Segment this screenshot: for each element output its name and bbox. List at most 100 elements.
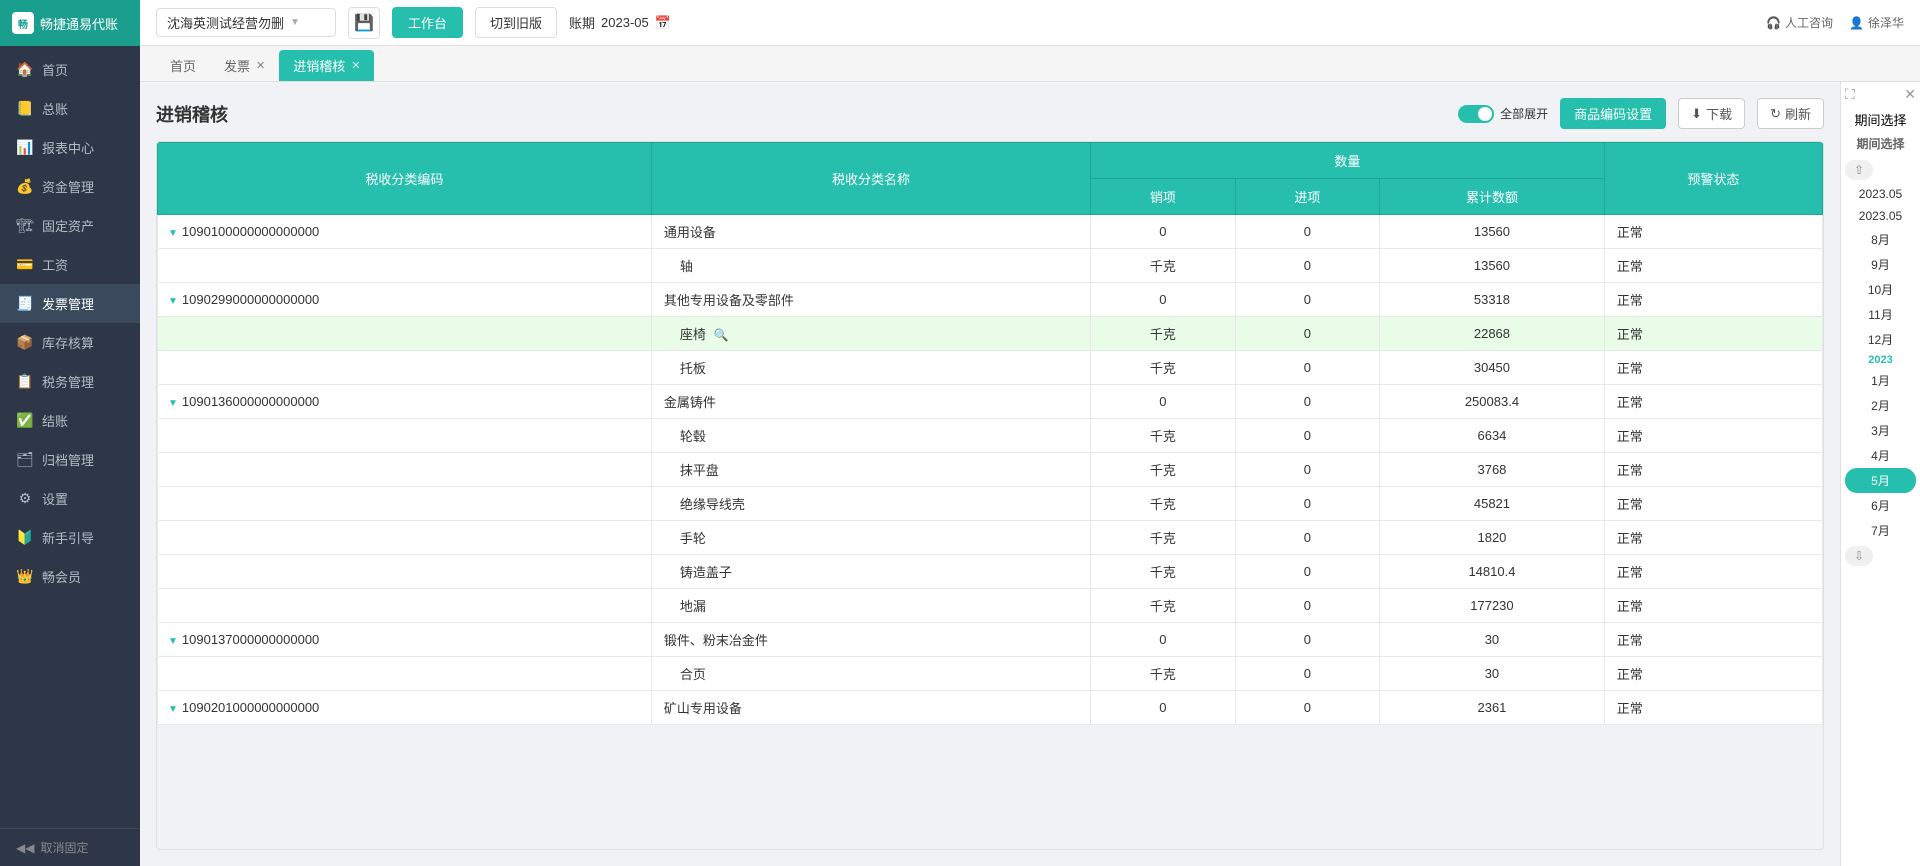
tab-invoice[interactable]: 发票 ✕ xyxy=(210,50,279,81)
table-row[interactable]: 轴 千克 0 13560 正常 xyxy=(158,249,1823,283)
period-month-item[interactable]: 2023.05 xyxy=(1845,183,1916,205)
sidebar-item-tax[interactable]: 📋 税务管理 xyxy=(0,362,140,401)
period-scroll-down-button[interactable]: ⇩ xyxy=(1845,546,1873,566)
download-button[interactable]: ⬇ 下载 xyxy=(1678,98,1745,129)
workspace-button[interactable]: 工作台 xyxy=(392,7,463,38)
cell-sale: 0 xyxy=(1235,419,1380,453)
period-month-item[interactable]: 6月 xyxy=(1845,493,1916,518)
cell-status: 正常 xyxy=(1604,487,1822,521)
product-code-button[interactable]: 商品编码设置 xyxy=(1560,98,1666,129)
period-month-item[interactable]: 3月 xyxy=(1845,418,1916,443)
cell-unit: 千克 xyxy=(1091,657,1236,691)
toggle-track[interactable] xyxy=(1458,105,1494,123)
period-month-item[interactable]: 2月 xyxy=(1845,393,1916,418)
cell-name: 矿山专用设备 xyxy=(651,691,1090,725)
reports-icon: 📊 xyxy=(16,139,34,156)
period-month-item[interactable]: 10月 xyxy=(1845,277,1916,302)
tab-home[interactable]: 首页 xyxy=(156,50,210,81)
cell-sale: 0 xyxy=(1235,657,1380,691)
period-month-item[interactable]: 4月 xyxy=(1845,443,1916,468)
period-month-item[interactable]: 1月 xyxy=(1845,368,1916,393)
sidebar-item-funds[interactable]: 💰 资金管理 xyxy=(0,167,140,206)
save-icon: 💾 xyxy=(354,13,374,33)
cell-status: 正常 xyxy=(1604,521,1822,555)
calendar-icon[interactable]: 📅 xyxy=(655,15,671,31)
table-row[interactable]: 合页 千克 0 30 正常 xyxy=(158,657,1823,691)
topbar: 沈海英测试经营勿删 ▼ 💾 工作台 切到旧版 账期 2023-05 📅 🎧 人工… xyxy=(140,0,1920,46)
search-icon[interactable]: 🔍 xyxy=(714,328,729,342)
cell-code xyxy=(158,419,652,453)
table-row[interactable]: 轮毂 千克 0 6634 正常 xyxy=(158,419,1823,453)
cell-code xyxy=(158,487,652,521)
table-row[interactable]: ▼1090299000000000000 其他专用设备及零部件 0 0 5331… xyxy=(158,283,1823,317)
settings-icon: ⚙ xyxy=(16,490,34,507)
table-row[interactable]: ▼1090201000000000000 矿山专用设备 0 0 2361 正常 xyxy=(158,691,1823,725)
table-row[interactable]: ▼1090100000000000000 通用设备 0 0 13560 正常 xyxy=(158,215,1823,249)
sidebar-item-invoice[interactable]: 🧾 发票管理 xyxy=(0,284,140,323)
sidebar-item-ledger[interactable]: 📒 总账 xyxy=(0,89,140,128)
period-month-item[interactable]: 8月 xyxy=(1845,227,1916,252)
col-header-purchase: 进项 xyxy=(1235,179,1380,215)
data-table: 税收分类编码 税收分类名称 数量 预警状态 销项 进项 累计数额 ▼109010 xyxy=(157,142,1823,725)
user-profile[interactable]: 👤 徐泽华 xyxy=(1849,14,1904,31)
close-tab-reconcile[interactable]: ✕ xyxy=(351,59,360,72)
sidebar-item-member[interactable]: 👑 畅会员 xyxy=(0,557,140,596)
table-row[interactable]: 铸造盖子 千克 0 14810.4 正常 xyxy=(158,555,1823,589)
period-label: 账期 xyxy=(569,13,595,32)
sidebar-item-reports[interactable]: 📊 报表中心 xyxy=(0,128,140,167)
tab-reconcile-label: 进销稽核 xyxy=(293,56,345,75)
period-scroll-up-button[interactable]: ⇧ xyxy=(1845,160,1873,180)
refresh-button[interactable]: ↻ 刷新 xyxy=(1757,98,1824,129)
sidebar-unpin-button[interactable]: ◀◀ 取消固定 xyxy=(0,828,140,866)
sidebar-item-label: 结账 xyxy=(42,411,68,430)
cell-code: ▼1090136000000000000 xyxy=(158,385,652,419)
table-row[interactable]: 托板 千克 0 30450 正常 xyxy=(158,351,1823,385)
period-month-item[interactable]: 9月 xyxy=(1845,252,1916,277)
panel-close-button[interactable]: ✕ xyxy=(1904,86,1916,103)
sidebar-item-inventory[interactable]: 📦 库存核算 xyxy=(0,323,140,362)
cell-unit: 千克 xyxy=(1091,589,1236,623)
panel-expand-button[interactable]: ⛶ xyxy=(1845,86,1855,103)
period-month-item[interactable]: 7月 xyxy=(1845,518,1916,543)
tab-reconcile[interactable]: 进销稽核 ✕ xyxy=(279,50,374,81)
table-row[interactable]: 座椅🔍 千克 0 22868 正常 xyxy=(158,317,1823,351)
table-row[interactable]: 手轮 千克 0 1820 正常 xyxy=(158,521,1823,555)
period-title: 期间选择 xyxy=(1854,110,1906,129)
switch-version-button[interactable]: 切到旧版 xyxy=(475,7,557,38)
sidebar-item-archive[interactable]: 🗂 归档管理 xyxy=(0,440,140,479)
sidebar-item-label: 设置 xyxy=(42,489,68,508)
cell-status: 正常 xyxy=(1604,317,1822,351)
table-row[interactable]: 绝缘导线壳 千克 0 45821 正常 xyxy=(158,487,1823,521)
sidebar-item-guide[interactable]: 🔰 新手引导 xyxy=(0,518,140,557)
period-month-item[interactable]: 2023.05 xyxy=(1845,205,1916,227)
sidebar-item-assets[interactable]: 🏗 固定资产 xyxy=(0,206,140,245)
sidebar-item-salary[interactable]: 💳 工资 xyxy=(0,245,140,284)
sidebar: 畅 畅捷通易代账 🏠 首页 📒 总账 📊 报表中心 💰 资金管理 🏗 固定资产 … xyxy=(0,0,140,866)
period-month-item[interactable]: 11月 xyxy=(1845,302,1916,327)
page-content: 进销稽核 全部展开 商品编码设置 ⬇ 下载 ↻ 刷 xyxy=(140,82,1840,866)
customer-service-button[interactable]: 🎧 人工咨询 xyxy=(1766,14,1833,31)
table-row[interactable]: ▼1090137000000000000 锻件、粉末冶金件 0 0 30 正常 xyxy=(158,623,1823,657)
cell-total: 2361 xyxy=(1380,691,1605,725)
cell-code xyxy=(158,453,652,487)
company-selector[interactable]: 沈海英测试经营勿删 ▼ xyxy=(156,8,336,37)
refresh-icon: ↻ xyxy=(1770,106,1781,122)
save-button[interactable]: 💾 xyxy=(348,7,380,39)
cell-status: 正常 xyxy=(1604,589,1822,623)
sidebar-item-label: 总账 xyxy=(42,99,68,118)
sidebar-item-settlement[interactable]: ✅ 结账 xyxy=(0,401,140,440)
sidebar-item-home[interactable]: 🏠 首页 xyxy=(0,50,140,89)
cell-name: 地漏 xyxy=(651,589,1090,623)
table-row[interactable]: ▼1090136000000000000 金属铸件 0 0 250083.4 正… xyxy=(158,385,1823,419)
col-header-quantity-group: 数量 xyxy=(1091,143,1605,179)
expand-toggle[interactable]: 全部展开 xyxy=(1458,105,1548,123)
service-label: 人工咨询 xyxy=(1785,14,1833,31)
period-month-item[interactable]: 12月 xyxy=(1845,327,1916,352)
sidebar-item-settings[interactable]: ⚙ 设置 xyxy=(0,479,140,518)
col-header-code: 税收分类编码 xyxy=(158,143,652,215)
table-row[interactable]: 抹平盘 千克 0 3768 正常 xyxy=(158,453,1823,487)
right-period-panel: ✕ ⛶ 期间选择 期间选择⇧2023.052023.058月9月10月11月12… xyxy=(1840,82,1920,866)
close-tab-invoice[interactable]: ✕ xyxy=(256,59,265,72)
table-row[interactable]: 地漏 千克 0 177230 正常 xyxy=(158,589,1823,623)
period-month-item[interactable]: 5月 xyxy=(1845,468,1916,493)
